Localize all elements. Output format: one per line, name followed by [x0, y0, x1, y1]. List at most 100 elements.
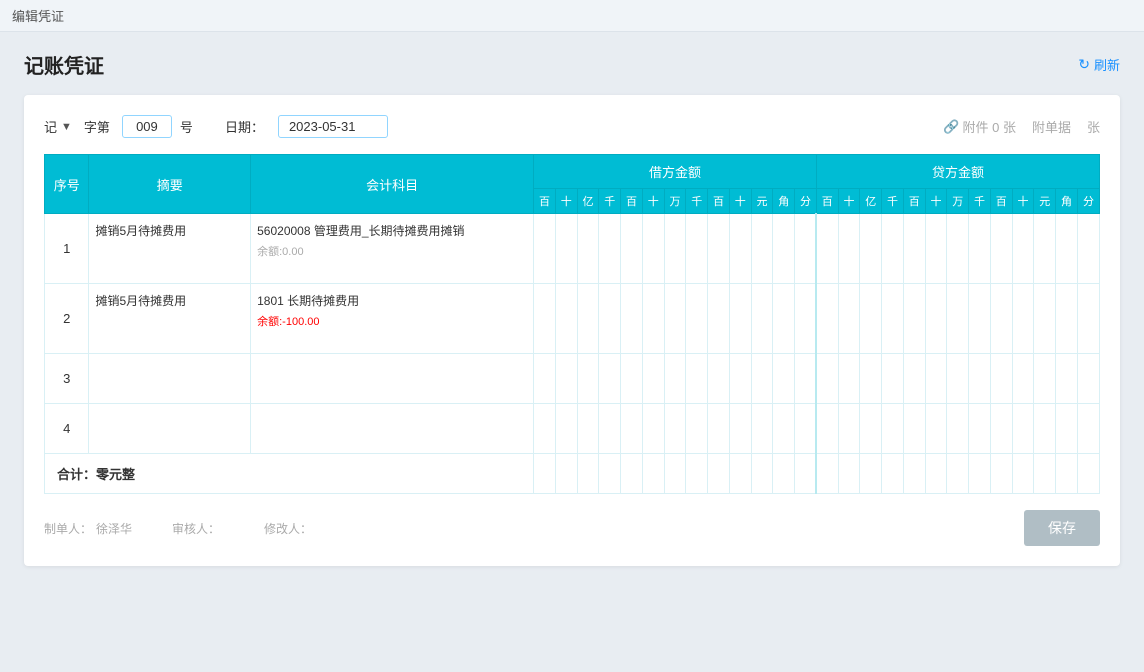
- debit-digit-4[interactable]: [599, 284, 621, 354]
- credit-digit-7[interactable]: [947, 214, 969, 284]
- debit-digit-3[interactable]: [577, 354, 599, 404]
- credit-digit-9[interactable]: [990, 214, 1012, 284]
- debit-digit-9[interactable]: [708, 354, 730, 404]
- credit-digit-11[interactable]: [1034, 354, 1056, 404]
- credit-digit-8[interactable]: [969, 284, 991, 354]
- credit-digit-2[interactable]: [838, 404, 860, 454]
- debit-digit-11[interactable]: [751, 404, 773, 454]
- row-summary[interactable]: 摊销5月待摊费用: [89, 284, 251, 354]
- credit-digit-13[interactable]: [1077, 354, 1099, 404]
- credit-digit-12[interactable]: [1056, 404, 1078, 454]
- debit-digit-11[interactable]: [751, 354, 773, 404]
- debit-digit-10[interactable]: [729, 284, 751, 354]
- credit-digit-8[interactable]: [969, 214, 991, 284]
- debit-digit-6[interactable]: [642, 404, 664, 454]
- credit-digit-10[interactable]: [1012, 354, 1034, 404]
- debit-digit-5[interactable]: [621, 354, 643, 404]
- debit-digit-10[interactable]: [729, 354, 751, 404]
- credit-digit-3[interactable]: [860, 284, 882, 354]
- credit-digit-6[interactable]: [925, 404, 947, 454]
- credit-digit-10[interactable]: [1012, 284, 1034, 354]
- credit-digit-5[interactable]: [903, 404, 925, 454]
- credit-digit-6[interactable]: [925, 354, 947, 404]
- debit-digit-8[interactable]: [686, 284, 708, 354]
- voucher-number-input[interactable]: [122, 115, 172, 138]
- debit-digit-8[interactable]: [686, 214, 708, 284]
- refresh-button[interactable]: ↻ 刷新: [1078, 55, 1120, 74]
- credit-digit-2[interactable]: [838, 354, 860, 404]
- credit-digit-6[interactable]: [925, 214, 947, 284]
- debit-digit-13[interactable]: [795, 284, 817, 354]
- credit-digit-11[interactable]: [1034, 284, 1056, 354]
- fudanju-button[interactable]: 附单据: [1032, 117, 1071, 136]
- credit-digit-12[interactable]: [1056, 214, 1078, 284]
- save-button[interactable]: 保存: [1024, 510, 1100, 546]
- debit-digit-3[interactable]: [577, 214, 599, 284]
- debit-digit-12[interactable]: [773, 214, 795, 284]
- debit-digit-7[interactable]: [664, 214, 686, 284]
- debit-digit-2[interactable]: [555, 284, 577, 354]
- credit-digit-13[interactable]: [1077, 214, 1099, 284]
- credit-digit-4[interactable]: [882, 354, 904, 404]
- attachment-link[interactable]: 🔗 附件 0 张: [943, 117, 1016, 136]
- debit-digit-2[interactable]: [555, 214, 577, 284]
- credit-digit-1[interactable]: [816, 354, 838, 404]
- debit-digit-5[interactable]: [621, 284, 643, 354]
- credit-digit-3[interactable]: [860, 354, 882, 404]
- credit-digit-7[interactable]: [947, 404, 969, 454]
- debit-digit-6[interactable]: [642, 354, 664, 404]
- credit-digit-6[interactable]: [925, 284, 947, 354]
- row-summary[interactable]: [89, 354, 251, 404]
- debit-digit-5[interactable]: [621, 404, 643, 454]
- debit-digit-3[interactable]: [577, 284, 599, 354]
- credit-digit-7[interactable]: [947, 284, 969, 354]
- debit-digit-3[interactable]: [577, 404, 599, 454]
- credit-digit-1[interactable]: [816, 214, 838, 284]
- voucher-type-select[interactable]: 记 ▼: [44, 117, 72, 136]
- debit-digit-4[interactable]: [599, 404, 621, 454]
- credit-digit-11[interactable]: [1034, 214, 1056, 284]
- credit-digit-5[interactable]: [903, 354, 925, 404]
- credit-digit-11[interactable]: [1034, 404, 1056, 454]
- credit-digit-5[interactable]: [903, 214, 925, 284]
- credit-digit-4[interactable]: [882, 284, 904, 354]
- debit-digit-11[interactable]: [751, 214, 773, 284]
- debit-digit-8[interactable]: [686, 404, 708, 454]
- debit-digit-9[interactable]: [708, 404, 730, 454]
- credit-digit-9[interactable]: [990, 404, 1012, 454]
- date-input[interactable]: [278, 115, 388, 138]
- credit-digit-7[interactable]: [947, 354, 969, 404]
- credit-digit-1[interactable]: [816, 404, 838, 454]
- debit-digit-12[interactable]: [773, 404, 795, 454]
- debit-digit-7[interactable]: [664, 404, 686, 454]
- row-summary[interactable]: 摊销5月待摊费用: [89, 214, 251, 284]
- row-account[interactable]: 1801 长期待摊费用余额:-100.00: [251, 284, 534, 354]
- row-account[interactable]: 56020008 管理费用_长期待摊费用摊销余额:0.00: [251, 214, 534, 284]
- debit-digit-6[interactable]: [642, 284, 664, 354]
- credit-digit-12[interactable]: [1056, 354, 1078, 404]
- debit-digit-2[interactable]: [555, 404, 577, 454]
- debit-digit-1[interactable]: [534, 354, 556, 404]
- debit-digit-8[interactable]: [686, 354, 708, 404]
- debit-digit-2[interactable]: [555, 354, 577, 404]
- debit-digit-9[interactable]: [708, 214, 730, 284]
- credit-digit-4[interactable]: [882, 214, 904, 284]
- debit-digit-1[interactable]: [534, 284, 556, 354]
- debit-digit-6[interactable]: [642, 214, 664, 284]
- credit-digit-3[interactable]: [860, 214, 882, 284]
- credit-digit-2[interactable]: [838, 214, 860, 284]
- debit-digit-12[interactable]: [773, 354, 795, 404]
- debit-digit-13[interactable]: [795, 404, 817, 454]
- debit-digit-1[interactable]: [534, 214, 556, 284]
- debit-digit-7[interactable]: [664, 354, 686, 404]
- credit-digit-1[interactable]: [816, 284, 838, 354]
- credit-digit-9[interactable]: [990, 284, 1012, 354]
- debit-digit-5[interactable]: [621, 214, 643, 284]
- credit-digit-8[interactable]: [969, 404, 991, 454]
- credit-digit-8[interactable]: [969, 354, 991, 404]
- debit-digit-10[interactable]: [729, 214, 751, 284]
- row-summary[interactable]: [89, 404, 251, 454]
- credit-digit-10[interactable]: [1012, 214, 1034, 284]
- credit-digit-5[interactable]: [903, 284, 925, 354]
- debit-digit-1[interactable]: [534, 404, 556, 454]
